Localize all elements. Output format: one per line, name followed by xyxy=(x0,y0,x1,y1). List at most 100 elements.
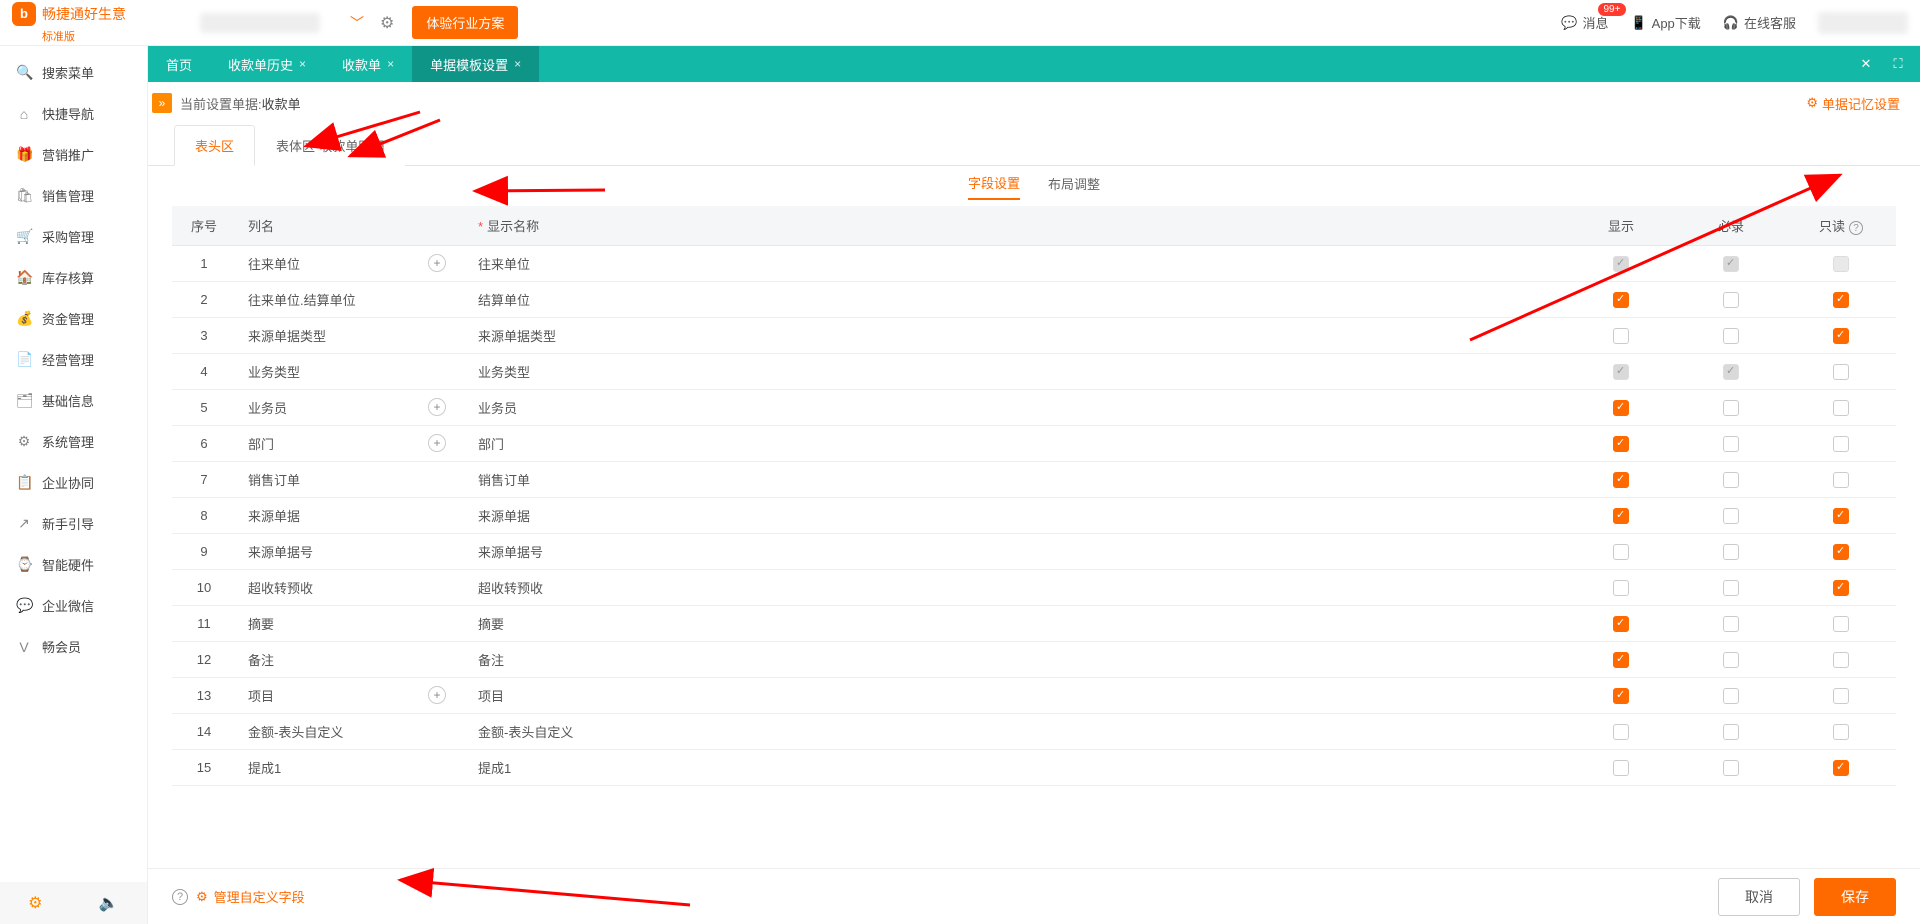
messages-button[interactable]: 💬 消息 99+ xyxy=(1561,13,1608,32)
checkbox-readonly[interactable] xyxy=(1833,292,1849,308)
cell-displayname[interactable]: 金额-表头自定义 xyxy=(466,714,1566,750)
sidebar-hardware[interactable]: ⌚智能硬件 xyxy=(0,544,147,585)
app-download-button[interactable]: 📱 App下载 xyxy=(1630,13,1700,32)
checkbox-required[interactable] xyxy=(1723,724,1739,740)
gear-icon[interactable]: ⚙ xyxy=(380,13,394,33)
checkbox-show[interactable] xyxy=(1613,688,1629,704)
close-icon[interactable]: × xyxy=(299,57,306,71)
sidebar-search[interactable]: 🔍搜索菜单 xyxy=(0,52,147,93)
mode-tab-字段设置[interactable]: 字段设置 xyxy=(968,173,1020,200)
cell-displayname[interactable]: 业务员 xyxy=(466,390,1566,426)
cell-displayname[interactable]: 项目 xyxy=(466,678,1566,714)
checkbox-required[interactable] xyxy=(1723,760,1739,776)
sidebar-quicknav[interactable]: ⌂快捷导航 xyxy=(0,93,147,134)
cell-displayname[interactable]: 提成1 xyxy=(466,750,1566,786)
checkbox-readonly[interactable] xyxy=(1833,688,1849,704)
checkbox-required[interactable] xyxy=(1723,688,1739,704)
sound-icon[interactable]: 🔈 xyxy=(99,893,119,913)
org-selector[interactable]: ﹀ xyxy=(200,13,364,33)
checkbox-readonly[interactable] xyxy=(1833,400,1849,416)
checkbox-readonly[interactable] xyxy=(1833,616,1849,632)
experience-plan-button[interactable]: 体验行业方案 xyxy=(412,6,518,39)
cell-displayname[interactable]: 部门 xyxy=(466,426,1566,462)
checkbox-show[interactable] xyxy=(1613,472,1629,488)
tab-首页[interactable]: 首页 xyxy=(148,46,210,82)
checkbox-required[interactable] xyxy=(1723,472,1739,488)
doc-tab-表头区[interactable]: 表头区 xyxy=(174,125,255,166)
checkbox-show[interactable] xyxy=(1613,508,1629,524)
cell-displayname[interactable]: 备注 xyxy=(466,642,1566,678)
cell-displayname[interactable]: 结算单位 xyxy=(466,282,1566,318)
collapse-toggle[interactable]: » xyxy=(152,93,172,113)
sidebar-wecom[interactable]: 💬企业微信 xyxy=(0,585,147,626)
checkbox-readonly[interactable] xyxy=(1833,472,1849,488)
close-icon[interactable]: × xyxy=(387,57,394,71)
cancel-button[interactable]: 取消 xyxy=(1718,878,1800,916)
sidebar-sales[interactable]: 🛍销售管理 xyxy=(0,175,147,216)
checkbox-required[interactable] xyxy=(1723,508,1739,524)
checkbox-readonly[interactable] xyxy=(1833,436,1849,452)
tab-close-all-button[interactable]: ✕ xyxy=(1852,50,1880,78)
sidebar-guide[interactable]: ↗新手引导 xyxy=(0,503,147,544)
sidebar-member[interactable]: V畅会员 xyxy=(0,626,147,667)
manage-custom-fields-link[interactable]: ? ⚙ 管理自定义字段 xyxy=(172,887,305,906)
add-icon[interactable]: + xyxy=(428,398,446,416)
checkbox-show[interactable] xyxy=(1613,544,1629,560)
cell-displayname[interactable]: 业务类型 xyxy=(466,354,1566,390)
checkbox-required[interactable] xyxy=(1723,652,1739,668)
sidebar-operations[interactable]: 📄经营管理 xyxy=(0,339,147,380)
cell-displayname[interactable]: 来源单据 xyxy=(466,498,1566,534)
sidebar-collab[interactable]: 📋企业协同 xyxy=(0,462,147,503)
checkbox-readonly[interactable] xyxy=(1833,652,1849,668)
checkbox-required[interactable] xyxy=(1723,616,1739,632)
user-avatar-blurred[interactable] xyxy=(1818,12,1908,34)
help-icon[interactable]: ? xyxy=(1849,221,1863,235)
checkbox-show[interactable] xyxy=(1613,400,1629,416)
sidebar-system[interactable]: ⚙系统管理 xyxy=(0,421,147,462)
checkbox-required[interactable] xyxy=(1723,292,1739,308)
cell-displayname[interactable]: 摘要 xyxy=(466,606,1566,642)
cell-displayname[interactable]: 来源单据号 xyxy=(466,534,1566,570)
sidebar-inventory[interactable]: 🏠库存核算 xyxy=(0,257,147,298)
checkbox-readonly[interactable] xyxy=(1833,508,1849,524)
checkbox-show[interactable] xyxy=(1613,328,1629,344)
checkbox-readonly[interactable] xyxy=(1833,580,1849,596)
checkbox-show[interactable] xyxy=(1613,616,1629,632)
checkbox-required[interactable] xyxy=(1723,544,1739,560)
sidebar-basedata[interactable]: 🗂基础信息 xyxy=(0,380,147,421)
checkbox-readonly[interactable] xyxy=(1833,760,1849,776)
checkbox-readonly[interactable] xyxy=(1833,364,1849,380)
checkbox-required[interactable] xyxy=(1723,328,1739,344)
checkbox-show[interactable] xyxy=(1613,580,1629,596)
checkbox-required[interactable] xyxy=(1723,400,1739,416)
table-scroll[interactable]: 序号 列名 *显示名称 显示 必录 只读? 1 往来单位+ 往来单位 2 往来单… xyxy=(148,206,1920,868)
cell-displayname[interactable]: 销售订单 xyxy=(466,462,1566,498)
sidebar-marketing[interactable]: 🎁营销推广 xyxy=(0,134,147,175)
sidebar-funds[interactable]: 💰资金管理 xyxy=(0,298,147,339)
checkbox-readonly[interactable] xyxy=(1833,544,1849,560)
checkbox-show[interactable] xyxy=(1613,292,1629,308)
save-button[interactable]: 保存 xyxy=(1814,878,1896,916)
cell-displayname[interactable]: 超收转预收 xyxy=(466,570,1566,606)
checkbox-required[interactable] xyxy=(1723,580,1739,596)
checkbox-show[interactable] xyxy=(1613,652,1629,668)
mode-tab-布局调整[interactable]: 布局调整 xyxy=(1048,174,1100,199)
online-service-button[interactable]: 🎧 在线客服 xyxy=(1723,13,1796,32)
checkbox-readonly[interactable] xyxy=(1833,328,1849,344)
tab-收款单[interactable]: 收款单× xyxy=(324,46,412,82)
tab-单据模板设置[interactable]: 单据模板设置× xyxy=(412,46,539,82)
cell-displayname[interactable]: 来源单据类型 xyxy=(466,318,1566,354)
cell-displayname[interactable]: 往来单位 xyxy=(466,246,1566,282)
checkbox-required[interactable] xyxy=(1723,436,1739,452)
checkbox-show[interactable] xyxy=(1613,724,1629,740)
doc-tab-表体区-收款单明细[interactable]: 表体区-收款单明细 xyxy=(255,125,405,166)
settings-icon[interactable]: ⚙ xyxy=(28,893,42,913)
memory-settings-link[interactable]: ⚙ 单据记忆设置 xyxy=(1806,94,1900,113)
tab-收款单历史[interactable]: 收款单历史× xyxy=(210,46,324,82)
checkbox-readonly[interactable] xyxy=(1833,724,1849,740)
checkbox-show[interactable] xyxy=(1613,760,1629,776)
add-icon[interactable]: + xyxy=(428,254,446,272)
sidebar-purchase[interactable]: 🛒采购管理 xyxy=(0,216,147,257)
fullscreen-button[interactable]: ⛶ xyxy=(1884,50,1912,78)
add-icon[interactable]: + xyxy=(428,686,446,704)
